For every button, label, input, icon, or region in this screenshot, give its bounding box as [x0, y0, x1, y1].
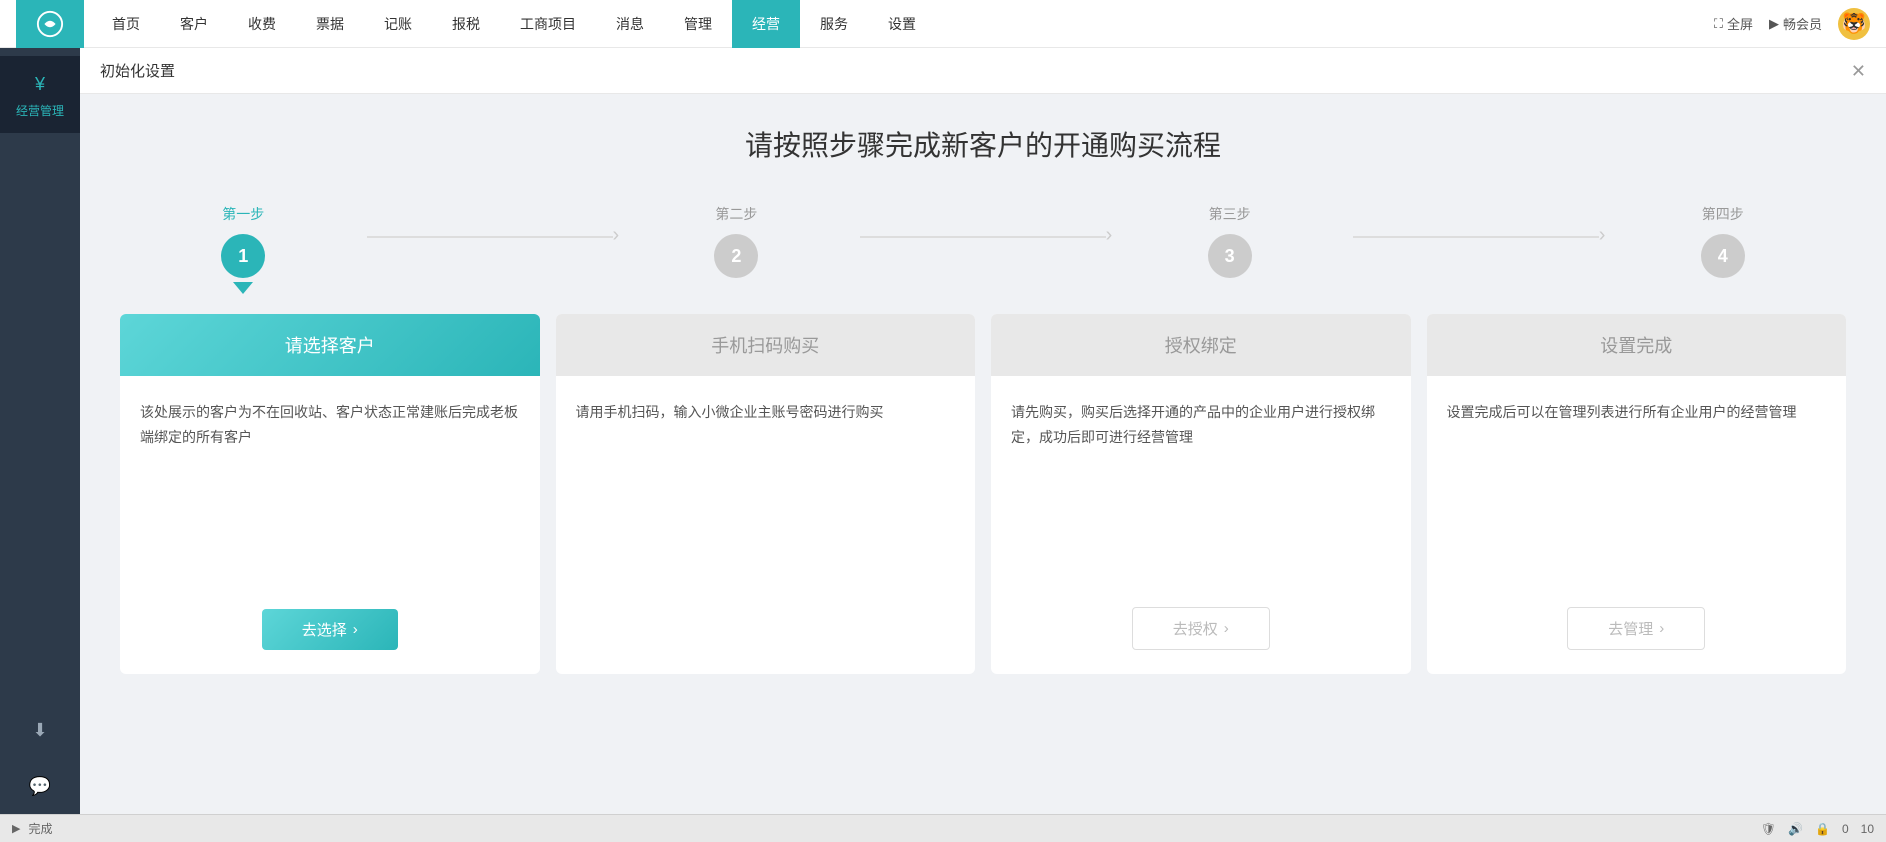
- card-2-body: 请用手机扫码，输入小微企业主账号密码进行购买: [556, 376, 976, 634]
- step-4: 第四步 4: [1599, 204, 1846, 278]
- card-3-footer: 去授权 ›: [991, 591, 1411, 674]
- lock-icon: 🔒: [1815, 822, 1830, 836]
- card-3-arrow-icon: ›: [1224, 620, 1229, 637]
- fullscreen-btn[interactable]: ⛶ 全屏: [1714, 14, 1753, 33]
- member-btn[interactable]: ▶ 畅会员: [1769, 14, 1822, 33]
- card-2: 手机扫码购买 请用手机扫码，输入小微企业主账号密码进行购买: [556, 314, 976, 674]
- nav-business[interactable]: 工商项目: [500, 0, 596, 48]
- wizard-heading: 请按照步骤完成新客户的开通购买流程: [120, 124, 1846, 164]
- step-connector-3: [1353, 236, 1600, 238]
- sidebar: ¥ 经营管理 ⬇ 💬: [0, 48, 80, 814]
- card-4-header: 设置完成: [1427, 314, 1847, 376]
- card-1-arrow-icon: ›: [353, 621, 358, 638]
- card-4-arrow-icon: ›: [1659, 620, 1664, 637]
- card-1-footer: 去选择 ›: [120, 593, 540, 674]
- notification-count: 0: [1842, 822, 1849, 836]
- step-1-label: 第一步: [222, 204, 264, 224]
- nav-settings[interactable]: 设置: [868, 0, 936, 48]
- step-1: 第一步 1: [120, 204, 367, 294]
- page-title: 初始化设置: [100, 60, 175, 81]
- card-3-body: 请先购买，购买后选择开通的产品中的企业用户进行授权绑定，成功后即可进行经营管理: [991, 376, 1411, 591]
- time-display: 10: [1861, 822, 1874, 836]
- card-1-btn[interactable]: 去选择 ›: [262, 609, 398, 650]
- card-4-footer: 去管理 ›: [1427, 591, 1847, 674]
- nav-items: 首页 客户 收费 票据 记账 报税 工商项目 消息 管理 经营 服务 设置: [92, 0, 1714, 48]
- nav-fee[interactable]: 收费: [228, 0, 296, 48]
- main-layout: ¥ 经营管理 ⬇ 💬 初始化设置 ✕ 请按照步骤完成新客户的开通购买流程: [0, 48, 1886, 814]
- user-avatar[interactable]: 🐯: [1838, 8, 1870, 40]
- close-button[interactable]: ✕: [1851, 62, 1866, 80]
- nav-accounting[interactable]: 记账: [364, 0, 432, 48]
- sidebar-download[interactable]: ⬇: [0, 702, 80, 758]
- download-icon: ⬇: [26, 716, 54, 744]
- nav-customer[interactable]: 客户: [160, 0, 228, 48]
- card-3: 授权绑定 请先购买，购买后选择开通的产品中的企业用户进行授权绑定，成功后即可进行…: [991, 314, 1411, 674]
- nav-home[interactable]: 首页: [92, 0, 160, 48]
- step-1-pointer: [233, 282, 253, 294]
- wizard-container: 请按照步骤完成新客户的开通购买流程 第一步 1 第二步 2: [80, 94, 1886, 704]
- card-4-body: 设置完成后可以在管理列表进行所有企业用户的经营管理: [1427, 376, 1847, 591]
- step-4-label: 第四步: [1702, 204, 1744, 224]
- chat-icon: 💬: [26, 772, 54, 800]
- step-2-label: 第二步: [715, 204, 757, 224]
- step-1-circle: 1: [221, 234, 265, 278]
- step-3-label: 第三步: [1209, 204, 1251, 224]
- step-2-circle: 2: [714, 234, 758, 278]
- card-3-btn[interactable]: 去授权 ›: [1132, 607, 1270, 650]
- nav-operation[interactable]: 经营: [732, 0, 800, 48]
- sidebar-chat[interactable]: 💬: [0, 758, 80, 814]
- nav-manage[interactable]: 管理: [664, 0, 732, 48]
- nav-right: ⛶ 全屏 ▶ 畅会员 🐯: [1714, 8, 1870, 40]
- card-1-header: 请选择客户: [120, 314, 540, 376]
- card-3-header: 授权绑定: [991, 314, 1411, 376]
- sidebar-bottom: ⬇ 💬: [0, 702, 80, 814]
- nav-invoice[interactable]: 票据: [296, 0, 364, 48]
- status-done-label: 完成: [28, 820, 52, 837]
- volume-icon: 🔊: [1788, 822, 1803, 836]
- step-3: 第三步 3: [1106, 204, 1353, 278]
- card-2-footer: [556, 634, 976, 674]
- top-navigation: 首页 客户 收费 票据 记账 报税 工商项目 消息 管理 经营 服务 设置 ⛶ …: [0, 0, 1886, 48]
- step-4-circle: 4: [1701, 234, 1745, 278]
- step-2: 第二步 2: [613, 204, 860, 278]
- main-content: 初始化设置 ✕ 请按照步骤完成新客户的开通购买流程 第一步 1 第二步: [80, 48, 1886, 814]
- card-2-header: 手机扫码购买: [556, 314, 976, 376]
- nav-tax[interactable]: 报税: [432, 0, 500, 48]
- step-connector-2: [860, 236, 1107, 238]
- cards-row: 请选择客户 该处展示的客户为不在回收站、客户状态正常建账后完成老板端绑定的所有客…: [120, 314, 1846, 674]
- nav-message[interactable]: 消息: [596, 0, 664, 48]
- play-icon: ▶: [12, 822, 20, 835]
- yuan-icon: ¥: [26, 70, 54, 98]
- steps-row: 第一步 1 第二步 2 第三步: [120, 204, 1846, 294]
- card-1: 请选择客户 该处展示的客户为不在回收站、客户状态正常建账后完成老板端绑定的所有客…: [120, 314, 540, 674]
- status-bar-right: 🛡 🔊 🔒 0 10: [1761, 822, 1874, 836]
- shield-icon: 🛡: [1761, 822, 1776, 836]
- status-bar: ▶ 完成 🛡 🔊 🔒 0 10: [0, 814, 1886, 842]
- page-header: 初始化设置 ✕: [80, 48, 1886, 94]
- card-4-btn[interactable]: 去管理 ›: [1567, 607, 1705, 650]
- step-3-circle: 3: [1208, 234, 1252, 278]
- card-1-body: 该处展示的客户为不在回收站、客户状态正常建账后完成老板端绑定的所有客户: [120, 376, 540, 593]
- logo[interactable]: [16, 0, 84, 48]
- step-connector-1: [367, 236, 614, 238]
- sidebar-item-operation[interactable]: ¥ 经营管理: [0, 56, 80, 133]
- card-4: 设置完成 设置完成后可以在管理列表进行所有企业用户的经营管理 去管理 ›: [1427, 314, 1847, 674]
- nav-service[interactable]: 服务: [800, 0, 868, 48]
